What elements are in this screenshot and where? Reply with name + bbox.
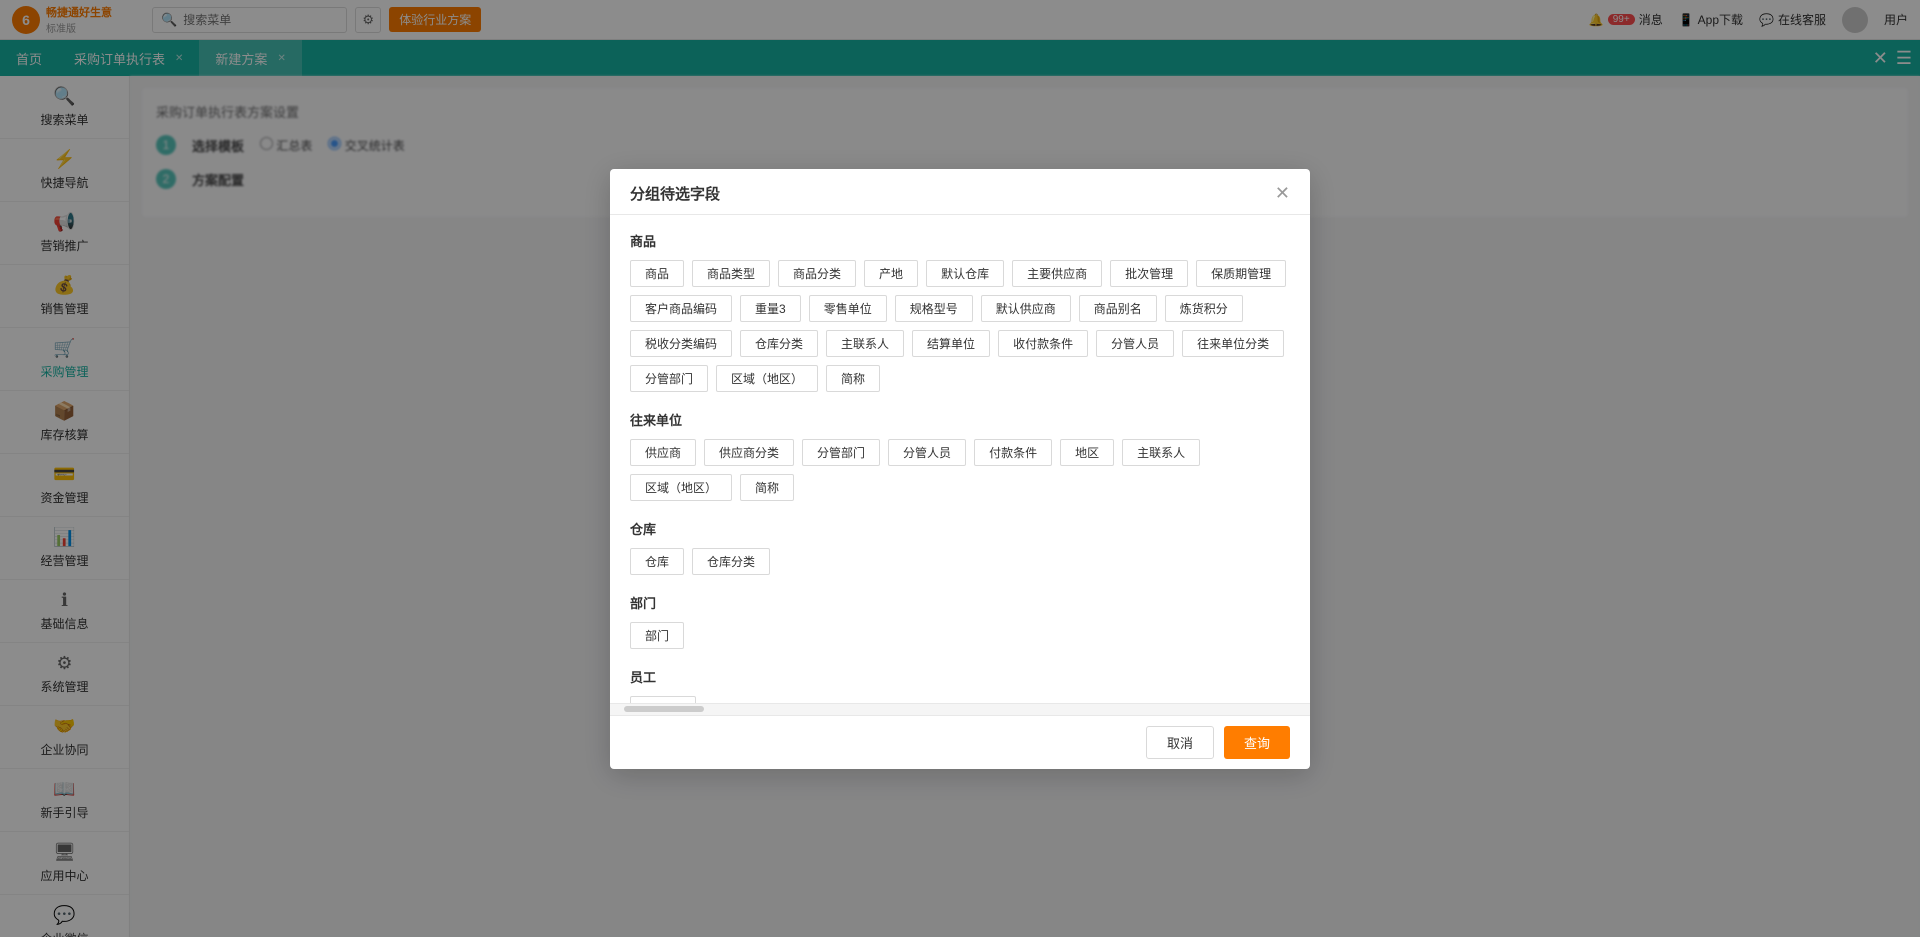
modal-hscroll[interactable] bbox=[610, 703, 1310, 715]
section-warehouse-title: 仓库 bbox=[630, 519, 1290, 538]
section-partner-title: 往来单位 bbox=[630, 410, 1290, 429]
field-tag[interactable]: 分管人员 bbox=[888, 439, 966, 466]
field-tag[interactable]: 区域（地区） bbox=[630, 474, 732, 501]
field-tag[interactable]: 供应商 bbox=[630, 439, 696, 466]
field-tag[interactable]: 重量3 bbox=[740, 295, 801, 322]
field-tag[interactable]: 收付款条件 bbox=[998, 330, 1088, 357]
field-tag[interactable]: 商品 bbox=[630, 260, 684, 287]
field-tag[interactable]: 简称 bbox=[740, 474, 794, 501]
warehouse-fields: 仓库仓库分类 bbox=[630, 548, 1290, 575]
field-tag[interactable]: 业务员 bbox=[630, 696, 696, 703]
department-fields: 部门 bbox=[630, 622, 1290, 649]
section-department: 部门 部门 bbox=[630, 593, 1290, 649]
field-tag[interactable]: 客户商品编码 bbox=[630, 295, 732, 322]
field-tag[interactable]: 付款条件 bbox=[974, 439, 1052, 466]
field-tag[interactable]: 产地 bbox=[864, 260, 918, 287]
section-department-title: 部门 bbox=[630, 593, 1290, 612]
field-tag[interactable]: 商品分类 bbox=[778, 260, 856, 287]
modal-title: 分组待选字段 bbox=[630, 183, 720, 204]
field-tag[interactable]: 主要供应商 bbox=[1012, 260, 1102, 287]
field-tag[interactable]: 主联系人 bbox=[1122, 439, 1200, 466]
field-tag[interactable]: 零售单位 bbox=[809, 295, 887, 322]
field-tag[interactable]: 部门 bbox=[630, 622, 684, 649]
field-tag[interactable]: 默认仓库 bbox=[926, 260, 1004, 287]
field-tag[interactable]: 批次管理 bbox=[1110, 260, 1188, 287]
confirm-button[interactable]: 查询 bbox=[1224, 726, 1290, 759]
field-tag[interactable]: 商品类型 bbox=[692, 260, 770, 287]
employee-fields: 业务员 bbox=[630, 696, 1290, 703]
field-tag[interactable]: 商品别名 bbox=[1079, 295, 1157, 322]
section-warehouse: 仓库 仓库仓库分类 bbox=[630, 519, 1290, 575]
field-tag[interactable]: 保质期管理 bbox=[1196, 260, 1286, 287]
field-tag[interactable]: 规格型号 bbox=[895, 295, 973, 322]
modal-body: 商品 商品商品类型商品分类产地默认仓库主要供应商批次管理保质期管理客户商品编码重… bbox=[610, 215, 1310, 703]
section-product-title: 商品 bbox=[630, 231, 1290, 250]
field-tag[interactable]: 仓库分类 bbox=[740, 330, 818, 357]
field-select-modal: 分组待选字段 ✕ 商品 商品商品类型商品分类产地默认仓库主要供应商批次管理保质期… bbox=[610, 169, 1310, 769]
field-tag[interactable]: 仓库分类 bbox=[692, 548, 770, 575]
section-employee: 员工 业务员 bbox=[630, 667, 1290, 703]
field-tag[interactable]: 主联系人 bbox=[826, 330, 904, 357]
section-employee-title: 员工 bbox=[630, 667, 1290, 686]
section-product: 商品 商品商品类型商品分类产地默认仓库主要供应商批次管理保质期管理客户商品编码重… bbox=[630, 231, 1290, 392]
modal-header: 分组待选字段 ✕ bbox=[610, 169, 1310, 215]
product-fields: 商品商品类型商品分类产地默认仓库主要供应商批次管理保质期管理客户商品编码重量3 零… bbox=[630, 260, 1290, 392]
field-tag[interactable]: 结算单位 bbox=[912, 330, 990, 357]
field-tag[interactable]: 分管部门 bbox=[630, 365, 708, 392]
field-tag[interactable]: 分管部门 bbox=[802, 439, 880, 466]
field-tag[interactable]: 往来单位分类 bbox=[1182, 330, 1284, 357]
field-tag[interactable]: 分管人员 bbox=[1096, 330, 1174, 357]
modal-overlay: 分组待选字段 ✕ 商品 商品商品类型商品分类产地默认仓库主要供应商批次管理保质期… bbox=[0, 0, 1920, 937]
field-tag[interactable]: 税收分类编码 bbox=[630, 330, 732, 357]
partner-fields: 供应商供应商分类分管部门分管人员付款条件地区主联系人区域（地区） 简称 bbox=[630, 439, 1290, 501]
field-tag[interactable]: 炼货积分 bbox=[1165, 295, 1243, 322]
field-tag[interactable]: 区域（地区） bbox=[716, 365, 818, 392]
section-partner: 往来单位 供应商供应商分类分管部门分管人员付款条件地区主联系人区域（地区） 简称 bbox=[630, 410, 1290, 501]
field-tag[interactable]: 供应商分类 bbox=[704, 439, 794, 466]
hscroll-thumb bbox=[624, 706, 704, 712]
modal-footer: 取消 查询 bbox=[610, 715, 1310, 769]
field-tag[interactable]: 地区 bbox=[1060, 439, 1114, 466]
field-tag[interactable]: 仓库 bbox=[630, 548, 684, 575]
field-tag[interactable]: 默认供应商 bbox=[981, 295, 1071, 322]
field-tag[interactable]: 简称 bbox=[826, 365, 880, 392]
modal-close-button[interactable]: ✕ bbox=[1275, 183, 1290, 204]
cancel-button[interactable]: 取消 bbox=[1146, 726, 1214, 759]
